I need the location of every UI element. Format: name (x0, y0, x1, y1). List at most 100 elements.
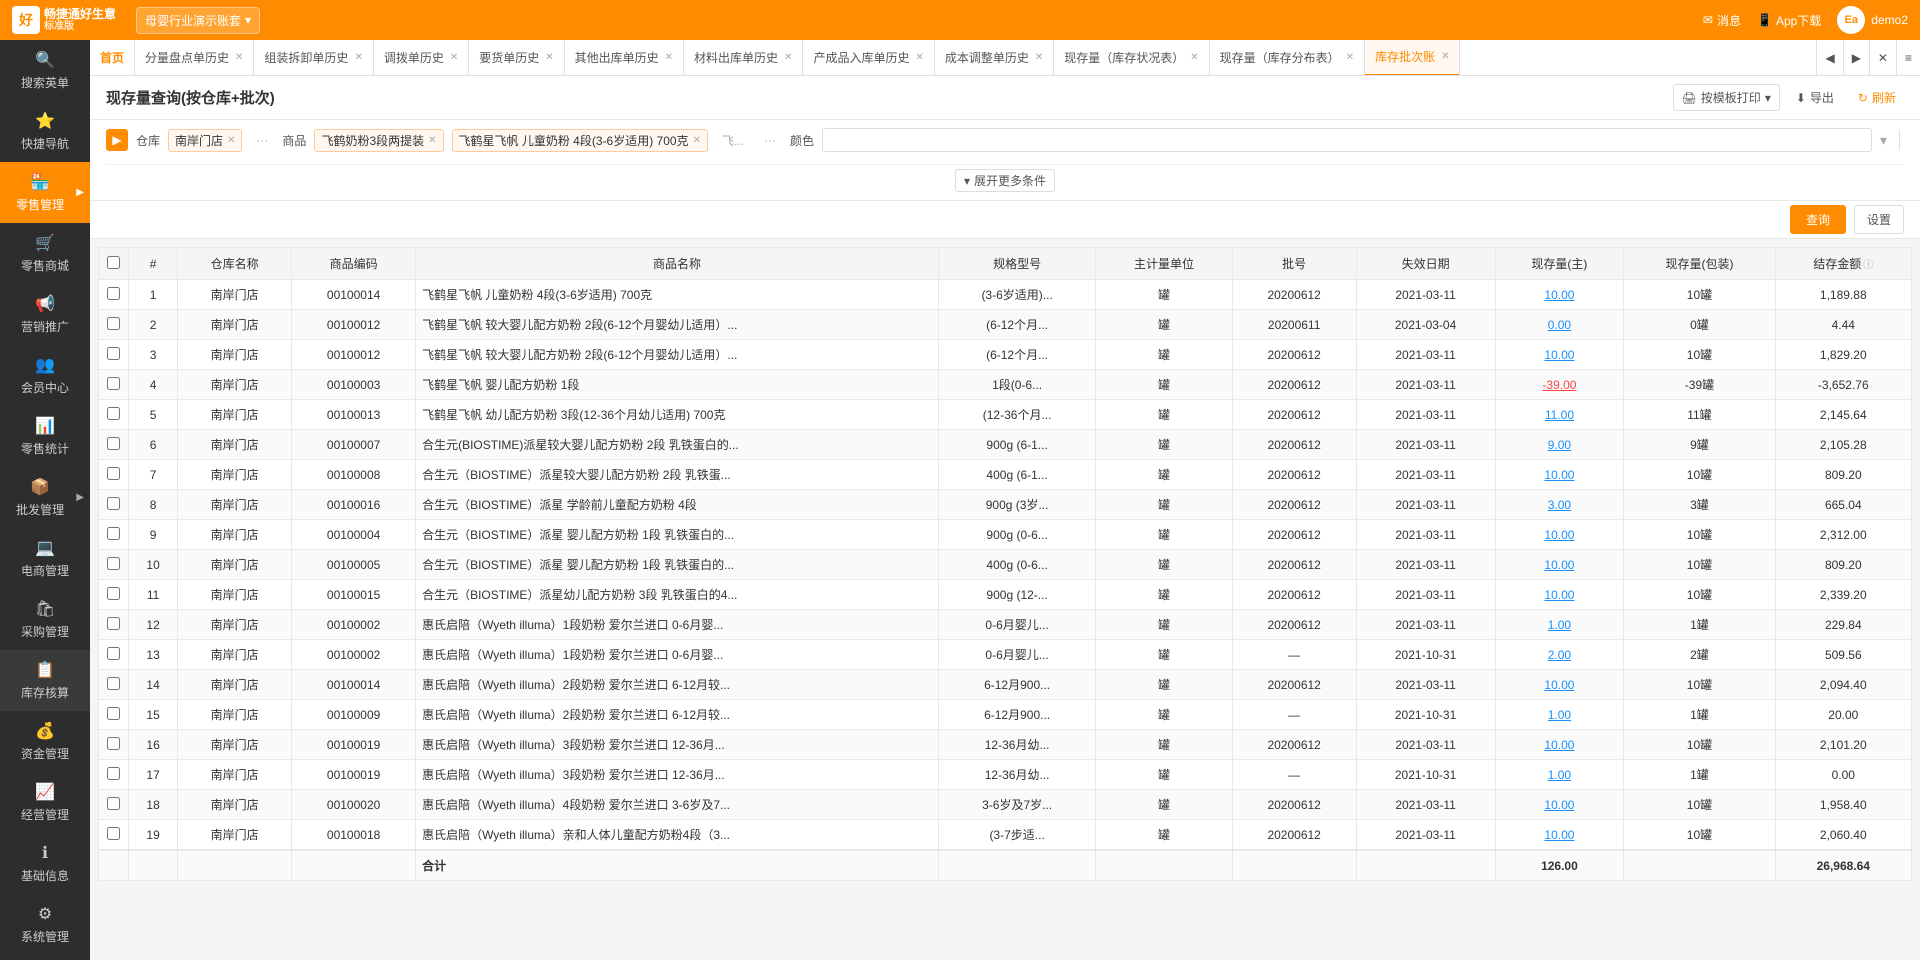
th-batch[interactable]: 批号 (1232, 248, 1356, 280)
cell-checkbox[interactable] (99, 460, 129, 490)
sidebar-item-search[interactable]: 🔍 搜索英单 (0, 40, 90, 101)
sidebar-item-ecom[interactable]: 💻 电商管理 (0, 528, 90, 589)
tab-batch-account[interactable]: 库存批次账 ✕ (1365, 40, 1460, 76)
refresh-btn[interactable]: ↻ 刷新 (1850, 85, 1904, 110)
cell-checkbox[interactable] (99, 310, 129, 340)
cell-qty-main[interactable]: 10.00 (1495, 670, 1624, 700)
tab-close[interactable]: ✕ (665, 52, 673, 63)
cell-qty-main[interactable]: 10.00 (1495, 550, 1624, 580)
tab-close[interactable]: ✕ (450, 52, 458, 63)
cell-qty-main[interactable]: 9.00 (1495, 430, 1624, 460)
tab-close[interactable]: ✕ (354, 52, 362, 63)
cell-checkbox[interactable] (99, 670, 129, 700)
message-btn[interactable]: ✉ 消息 (1703, 12, 1741, 29)
cell-checkbox[interactable] (99, 580, 129, 610)
tab-order-history[interactable]: 要货单历史 ✕ (469, 40, 564, 76)
cell-checkbox[interactable] (99, 820, 129, 851)
row-checkbox[interactable] (107, 497, 120, 510)
remove-product-tag-1[interactable]: ✕ (428, 135, 436, 146)
row-checkbox[interactable] (107, 677, 120, 690)
tab-close[interactable]: ✕ (1035, 52, 1043, 63)
sidebar-item-wholesale[interactable]: 📦 批发管理 ▶ (0, 467, 90, 528)
tab-close[interactable]: ✕ (1346, 52, 1354, 63)
row-checkbox[interactable] (107, 827, 120, 840)
amount-info-icon[interactable]: ⓘ (1863, 260, 1873, 271)
cell-checkbox[interactable] (99, 700, 129, 730)
sidebar-item-shop[interactable]: 🛒 零售商城 (0, 223, 90, 284)
sidebar-item-basic[interactable]: ℹ 基础信息 (0, 833, 90, 894)
cell-qty-main[interactable]: 10.00 (1495, 340, 1624, 370)
cell-checkbox[interactable] (99, 790, 129, 820)
cell-checkbox[interactable] (99, 520, 129, 550)
select-all-checkbox[interactable] (107, 256, 120, 269)
row-checkbox[interactable] (107, 647, 120, 660)
cell-checkbox[interactable] (99, 340, 129, 370)
row-checkbox[interactable] (107, 407, 120, 420)
remove-warehouse-tag[interactable]: ✕ (227, 135, 235, 146)
sidebar-item-operation[interactable]: 📈 经营管理 (0, 772, 90, 833)
tab-product-instock[interactable]: 产成品入库单历史 ✕ (803, 40, 934, 76)
th-checkbox[interactable] (99, 248, 129, 280)
sidebar-item-purchase[interactable]: 🛍 采购管理 (0, 589, 90, 650)
row-checkbox[interactable] (107, 347, 120, 360)
tab-home[interactable]: 首页 (90, 40, 135, 76)
cell-checkbox[interactable] (99, 370, 129, 400)
row-checkbox[interactable] (107, 437, 120, 450)
row-checkbox[interactable] (107, 707, 120, 720)
th-qty-main[interactable]: 现存量(主) (1495, 248, 1624, 280)
cell-qty-main[interactable]: 10.00 (1495, 580, 1624, 610)
sidebar-item-nav[interactable]: ⭐ 快捷导航 (0, 101, 90, 162)
color-filter-input[interactable] (822, 128, 1872, 152)
row-checkbox[interactable] (107, 617, 120, 630)
tab-close[interactable]: ✕ (235, 52, 243, 63)
cell-qty-main[interactable]: 10.00 (1495, 280, 1624, 310)
cell-checkbox[interactable] (99, 280, 129, 310)
app-download-btn[interactable]: 📱 App下载 (1757, 12, 1821, 29)
cell-checkbox[interactable] (99, 610, 129, 640)
row-checkbox[interactable] (107, 287, 120, 300)
row-checkbox[interactable] (107, 797, 120, 810)
tab-close[interactable]: ✕ (784, 52, 792, 63)
cell-checkbox[interactable] (99, 640, 129, 670)
cell-qty-main[interactable]: -39.00 (1495, 370, 1624, 400)
expand-btn[interactable]: ▾ 展开更多条件 (955, 169, 1055, 192)
cell-qty-main[interactable]: 1.00 (1495, 760, 1624, 790)
th-spec[interactable]: 规格型号 (938, 248, 1095, 280)
sidebar-item-marketing[interactable]: 📢 营销推广 (0, 284, 90, 345)
tab-assembly-history[interactable]: 组装拆卸单历史 ✕ (254, 40, 373, 76)
row-checkbox[interactable] (107, 527, 120, 540)
tab-close[interactable]: ✕ (1190, 52, 1198, 63)
filter-more-btn[interactable]: ··· (250, 131, 274, 149)
tab-cost-adjust[interactable]: 成本调整单历史 ✕ (935, 40, 1054, 76)
remove-product-tag-2[interactable]: ✕ (693, 135, 701, 146)
sidebar-item-retail[interactable]: 🏪 零售管理 ▶ (0, 162, 90, 223)
cell-checkbox[interactable] (99, 400, 129, 430)
warehouse-tag-1[interactable]: 南岸门店 ✕ (168, 129, 242, 152)
product-tag-2[interactable]: 飞鹤星飞帆 儿童奶粉 4段(3-6岁适用) 700克 ✕ (452, 129, 708, 152)
cell-checkbox[interactable] (99, 760, 129, 790)
cell-qty-main[interactable]: 1.00 (1495, 700, 1624, 730)
export-btn[interactable]: ⬇ 导出 (1788, 85, 1842, 110)
cell-qty-main[interactable]: 11.00 (1495, 400, 1624, 430)
sidebar-item-system[interactable]: ⚙ 系统管理 (0, 894, 90, 955)
tab-close-all-btn[interactable]: ✕ (1869, 40, 1896, 76)
color-dropdown-arrow[interactable]: ▾ (1880, 132, 1887, 149)
tab-close[interactable]: ✕ (545, 52, 553, 63)
th-code[interactable]: 商品编码 (292, 248, 416, 280)
sidebar-item-member[interactable]: 👥 会员中心 (0, 345, 90, 406)
cell-checkbox[interactable] (99, 430, 129, 460)
tab-prev-btn[interactable]: ◀ (1816, 40, 1842, 76)
cell-checkbox[interactable] (99, 490, 129, 520)
sidebar-item-inventory[interactable]: 📋 库存核算 (0, 650, 90, 711)
cell-qty-main[interactable]: 3.00 (1495, 490, 1624, 520)
cell-qty-main[interactable]: 10.00 (1495, 790, 1624, 820)
cell-qty-main[interactable]: 0.00 (1495, 310, 1624, 340)
cell-checkbox[interactable] (99, 550, 129, 580)
tab-inventory-history[interactable]: 分量盘点单历史 ✕ (135, 40, 254, 76)
cell-qty-main[interactable]: 10.00 (1495, 460, 1624, 490)
cell-qty-main[interactable]: 10.00 (1495, 520, 1624, 550)
sidebar-item-retail-stats[interactable]: 📊 零售统计 (0, 406, 90, 467)
row-checkbox[interactable] (107, 767, 120, 780)
print-btn[interactable]: 🖨 按模板打印 ▾ (1673, 84, 1780, 111)
th-expire[interactable]: 失效日期 (1356, 248, 1495, 280)
